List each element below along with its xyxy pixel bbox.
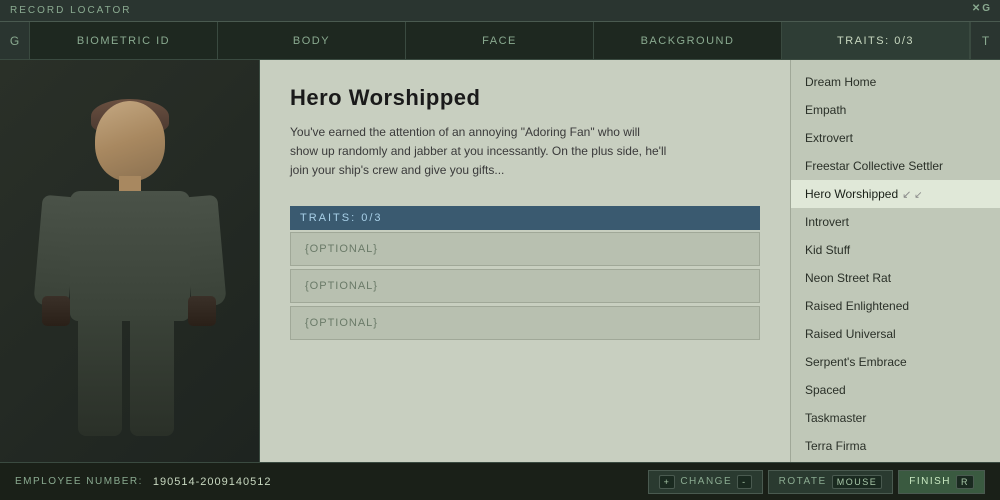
tab-bar: G BIOMETRIC ID BODY FACE BACKGROUND TRAI… (0, 22, 1000, 60)
trait-list-item-10[interactable]: Serpent's Embrace (791, 348, 1000, 376)
tab-background[interactable]: BACKGROUND (594, 22, 782, 59)
trait-list-item-12[interactable]: Taskmaster (791, 404, 1000, 432)
tab-body[interactable]: BODY (218, 22, 406, 59)
employee-number: 190514-2009140512 (153, 476, 272, 488)
finish-button[interactable]: FINISH R (898, 470, 985, 494)
traits-list-panel: Dream HomeEmpathExtrovertFreestar Collec… (790, 60, 1000, 462)
trait-list-item-13[interactable]: Terra Firma (791, 432, 1000, 460)
trait-list-item-4[interactable]: Hero Worshipped↙ (791, 180, 1000, 208)
change-label: CHANGE (680, 476, 732, 487)
info-panel: Hero Worshipped You've earned the attent… (260, 60, 790, 462)
tab-face[interactable]: FACE (406, 22, 594, 59)
trait-list-item-0[interactable]: Dream Home (791, 68, 1000, 96)
trait-slot-1[interactable]: {OPTIONAL} (290, 232, 760, 266)
char-right-hand (188, 296, 216, 326)
main-content: Hero Worshipped You've earned the attent… (0, 60, 1000, 462)
trait-slot-3[interactable]: {OPTIONAL} (290, 306, 760, 340)
char-head (95, 101, 165, 181)
trait-title: Hero Worshipped (290, 85, 760, 111)
char-left-leg (78, 316, 122, 436)
logo: ✕G (972, 3, 992, 14)
trait-list-item-7[interactable]: Neon Street Rat (791, 264, 1000, 292)
trait-list-item-2[interactable]: Extrovert (791, 124, 1000, 152)
tab-next-button[interactable]: T (970, 22, 1000, 59)
trait-list-item-3[interactable]: Freestar Collective Settler (791, 152, 1000, 180)
trait-list-item-1[interactable]: Empath (791, 96, 1000, 124)
trait-description: You've earned the attention of an annoyi… (290, 123, 670, 181)
finish-key: R (956, 475, 974, 489)
traits-header: TRAITS: 0/3 (290, 206, 760, 230)
char-torso (70, 191, 190, 321)
trait-list-item-9[interactable]: Raised Universal (791, 320, 1000, 348)
tab-prev-button[interactable]: G (0, 22, 30, 59)
rotate-button[interactable]: ROTATE MOUSE (768, 470, 894, 494)
employee-label: EMPLOYEE NUMBER: (15, 476, 143, 487)
title-text: RECORD LOCATOR (10, 5, 132, 16)
tab-biometric[interactable]: BIOMETRIC ID (30, 22, 218, 59)
rotate-key: MOUSE (832, 475, 883, 489)
traits-section: TRAITS: 0/3 {OPTIONAL} {OPTIONAL} {OPTIO… (290, 206, 760, 340)
char-left-hand (42, 296, 70, 326)
bottom-bar: EMPLOYEE NUMBER: 190514-2009140512 + CHA… (0, 462, 1000, 500)
rotate-label: ROTATE (779, 476, 827, 487)
finish-label: FINISH (909, 476, 951, 487)
bottom-actions: + CHANGE - ROTATE MOUSE FINISH R (648, 470, 985, 494)
change-key-minus: + (659, 475, 676, 489)
character-panel (0, 60, 260, 462)
tab-traits[interactable]: TRAITS: 0/3 (782, 22, 970, 59)
trait-slot-2[interactable]: {OPTIONAL} (290, 269, 760, 303)
trait-list-item-5[interactable]: Introvert (791, 208, 1000, 236)
change-button[interactable]: + CHANGE - (648, 470, 763, 494)
change-key-plus: - (737, 475, 752, 489)
char-right-leg (130, 316, 174, 436)
trait-list-item-8[interactable]: Raised Enlightened (791, 292, 1000, 320)
trait-list-item-6[interactable]: Kid Stuff (791, 236, 1000, 264)
title-bar: RECORD LOCATOR ✕G (0, 0, 1000, 22)
character-preview (20, 91, 240, 431)
trait-list-item-11[interactable]: Spaced (791, 376, 1000, 404)
